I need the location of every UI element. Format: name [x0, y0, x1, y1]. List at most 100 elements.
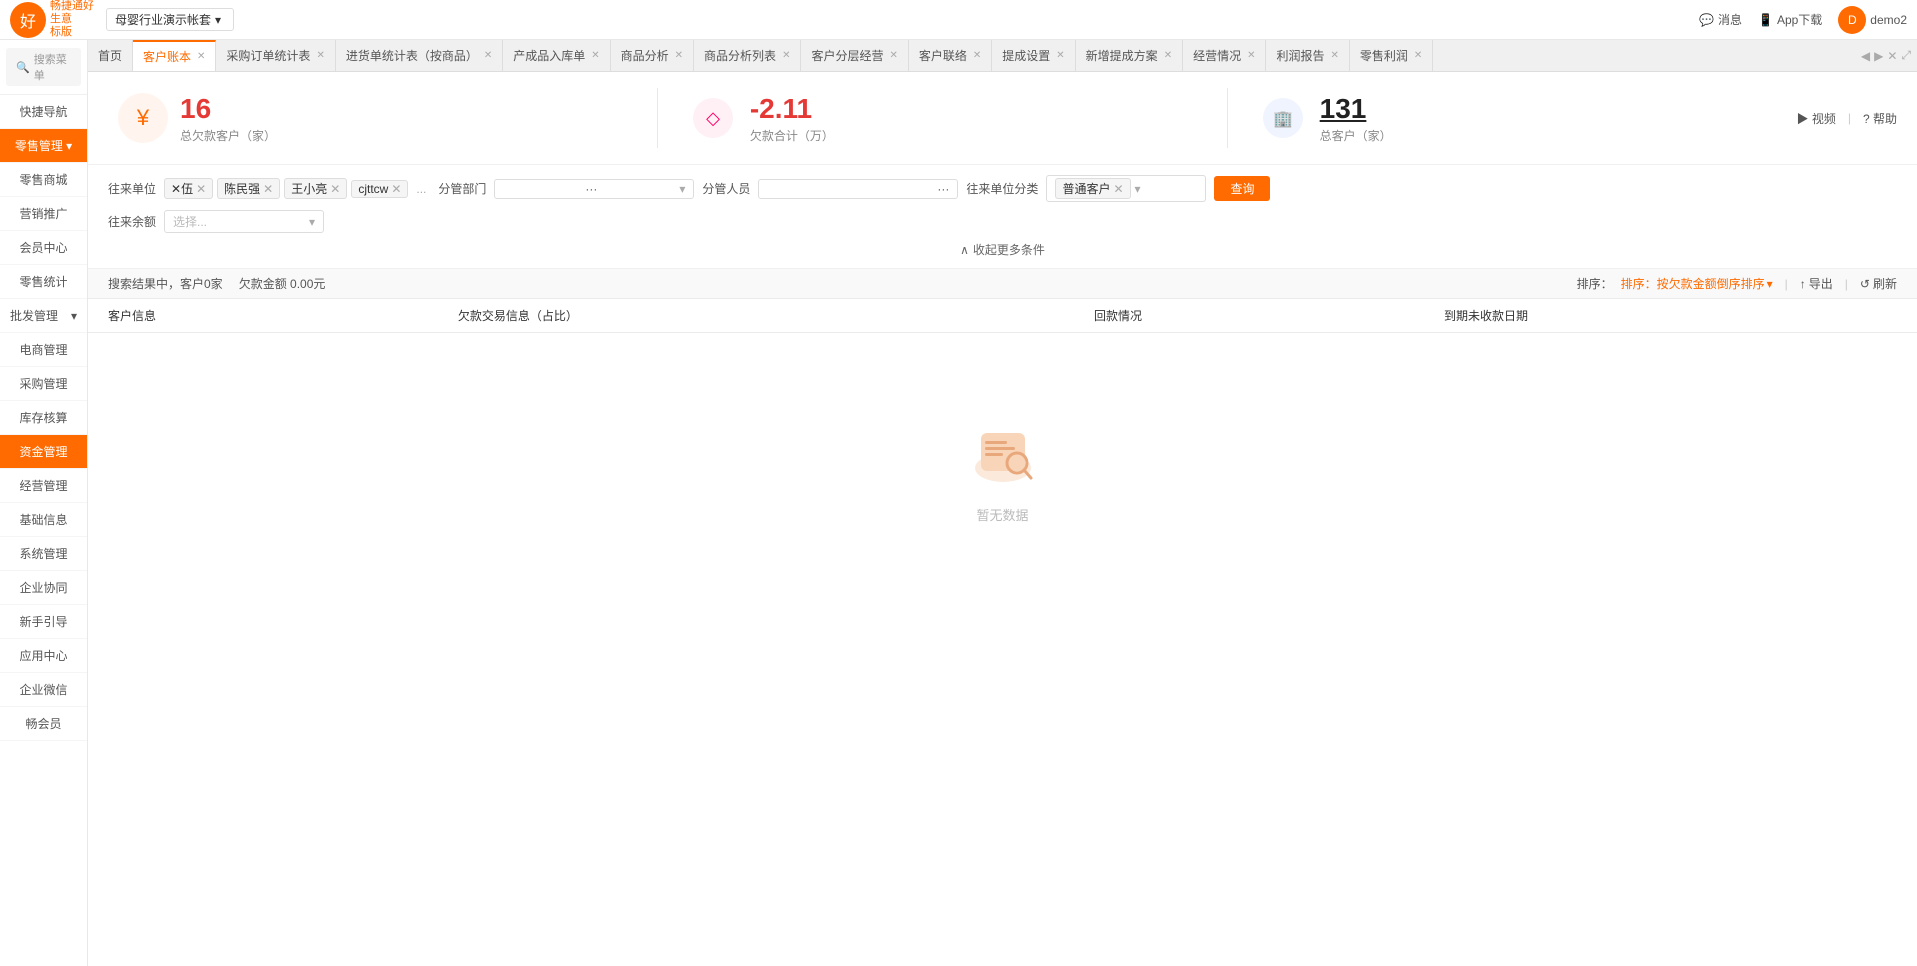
app-download-button[interactable]: 📱 App下载	[1758, 11, 1822, 28]
filter-more-unit[interactable]: ...	[412, 182, 430, 196]
tab-scroll-right[interactable]: ▶	[1874, 49, 1883, 63]
remove-unit-class[interactable]: ✕	[1113, 182, 1123, 196]
help-button[interactable]: ? 帮助	[1863, 110, 1897, 127]
filter-select-person[interactable]: ···	[758, 179, 958, 199]
close-tab-new-achievement[interactable]: ✕	[1164, 50, 1172, 61]
search-result-bar: 搜索结果中，客户0家 欠款金额 0.00元 排序： 排序：按欠款金额倒序排序 ▾…	[88, 269, 1917, 299]
stats-row: ¥ 16 总欠款客户（家） ◇	[88, 72, 1917, 165]
sidebar-item-vip-member[interactable]: 畅会员	[0, 707, 87, 741]
main-layout: 🔍 搜索菜单 快捷导航 零售管理 ▾ 零售商城 营销推广 会员中心 零售统计 批…	[0, 40, 1917, 966]
close-tab-customer-account[interactable]: ✕	[197, 51, 205, 62]
video-button[interactable]: ▶ 视频	[1796, 110, 1835, 127]
top-right-actions: 💬 消息 📱 App下载 D demo2	[1699, 6, 1907, 34]
sidebar-item-operations[interactable]: 经营管理	[0, 469, 87, 503]
close-tab-profit-report[interactable]: ✕	[1331, 50, 1339, 61]
top-bar: 好 畅捷通好生意 标版 母婴行业演示帐套 ▾ 💬 消息 📱 App下载 D de…	[0, 0, 1917, 40]
filter-tag-unit-3: cjttcw ✕	[351, 180, 408, 198]
sidebar-item-member-center[interactable]: 会员中心	[0, 231, 87, 265]
user-menu[interactable]: D demo2	[1838, 6, 1907, 34]
sidebar-item-quick-nav[interactable]: 快捷导航	[0, 95, 87, 129]
tab-operation-status[interactable]: 经营情况 ✕	[1183, 40, 1266, 72]
balance-dropdown-arrow: ▾	[309, 215, 315, 229]
stat-value-debt: -2.11	[750, 93, 834, 125]
close-tab-operation-status[interactable]: ✕	[1247, 50, 1255, 61]
sidebar-search-area: 🔍 搜索菜单	[0, 40, 87, 95]
tab-customer-account[interactable]: 客户账本 ✕	[133, 40, 216, 72]
sort-button[interactable]: 排序：按欠款金额倒序排序 ▾	[1621, 275, 1773, 292]
remove-tag-unit-2[interactable]: ✕	[330, 182, 340, 196]
filter-label-balance: 往来余额	[108, 213, 156, 230]
sidebar-item-retail-management[interactable]: 零售管理 ▾	[0, 129, 87, 163]
col-repayment: 回款情况	[1074, 299, 1424, 333]
tab-customer-tier[interactable]: 客户分层经营 ✕	[801, 40, 908, 72]
tab-profit-report[interactable]: 利润报告 ✕	[1266, 40, 1349, 72]
sidebar-item-purchase[interactable]: 采购管理	[0, 367, 87, 401]
stat-value-total-clients[interactable]: 131	[1320, 93, 1392, 125]
tab-close-all[interactable]: ✕	[1887, 49, 1897, 63]
sidebar-item-inventory[interactable]: 库存核算	[0, 401, 87, 435]
export-button[interactable]: ↑ 导出	[1800, 275, 1833, 292]
remove-tag-unit-0[interactable]: ✕	[196, 182, 206, 196]
filter-tag-unit-0: ✕ 伍 ✕	[164, 178, 213, 199]
sidebar-search-box[interactable]: 🔍 搜索菜单	[6, 48, 81, 86]
messages-button[interactable]: 💬 消息	[1699, 11, 1742, 28]
tab-new-achievement[interactable]: 新增提成方案 ✕	[1076, 40, 1183, 72]
stat-block-customers: ¥ 16 总欠款客户（家）	[108, 93, 657, 144]
filter-label-unit-class: 往来单位分类	[966, 180, 1038, 197]
col-customer-info: 客户信息	[88, 299, 438, 333]
sidebar-item-new-guide[interactable]: 新手引导	[0, 605, 87, 639]
tab-purchase-order[interactable]: 采购订单统计表 ✕	[216, 40, 335, 72]
empty-text: 暂无数据	[976, 505, 1028, 524]
close-tab-incoming-stats[interactable]: ✕	[484, 50, 492, 61]
tab-produce-inbound[interactable]: 产成品入库单 ✕	[503, 40, 610, 72]
sidebar-item-wholesale-management[interactable]: 批发管理 ▾	[0, 299, 87, 333]
sidebar-item-finance[interactable]: 资金管理	[0, 435, 87, 469]
tab-product-analysis[interactable]: 商品分析 ✕	[611, 40, 694, 72]
empty-icon	[963, 413, 1043, 493]
sidebar-item-app-center[interactable]: 应用中心	[0, 639, 87, 673]
close-tab-retail-profit[interactable]: ✕	[1414, 50, 1422, 61]
filter-row-2: 往来余额 选择... ▾	[108, 210, 1897, 233]
sidebar-item-retail-mall[interactable]: 零售商城	[0, 163, 87, 197]
close-tab-purchase-order[interactable]: ✕	[316, 50, 324, 61]
close-tab-customer-tier[interactable]: ✕	[889, 50, 897, 61]
tab-scroll-left[interactable]: ◀	[1861, 49, 1870, 63]
close-tab-customer-contact[interactable]: ✕	[973, 50, 981, 61]
table-header: 客户信息 欠款交易信息（占比） 回款情况 到期未收款日期	[88, 299, 1917, 333]
stat-label-total-clients: 总客户（家）	[1320, 127, 1392, 144]
close-tab-promotion-settings[interactable]: ✕	[1056, 50, 1064, 61]
collapse-filters-button[interactable]: ∧ 收起更多条件	[960, 241, 1045, 258]
filter-area: 往来单位 ✕ 伍 ✕ 陈民强 ✕ 王小亮	[88, 165, 1917, 269]
filter-tags-unit: ✕ 伍 ✕ 陈民强 ✕ 王小亮 ✕ cjttcw	[164, 178, 430, 199]
close-tab-produce-inbound[interactable]: ✕	[591, 50, 599, 61]
remove-tag-unit-3[interactable]: ✕	[391, 182, 401, 196]
sidebar-item-system[interactable]: 系统管理	[0, 537, 87, 571]
stat-block-total-clients: 🏢 131 总客户（家）	[1228, 93, 1797, 144]
filter-select-unit-class[interactable]: 普通客户 ✕ ▾	[1046, 175, 1206, 202]
sidebar-item-marketing[interactable]: 营销推广	[0, 197, 87, 231]
search-result-count: 搜索结果中，客户0家	[108, 275, 223, 292]
sidebar-item-enterprise-coop[interactable]: 企业协同	[0, 571, 87, 605]
tab-maximize[interactable]: ⤢	[1901, 48, 1911, 63]
sidebar-item-ecommerce[interactable]: 电商管理	[0, 333, 87, 367]
tab-customer-contact[interactable]: 客户联络 ✕	[909, 40, 992, 72]
sidebar-item-enterprise-wechat[interactable]: 企业微信	[0, 673, 87, 707]
close-tab-product-analysis[interactable]: ✕	[675, 50, 683, 61]
refresh-button[interactable]: ↺ 刷新	[1860, 275, 1897, 292]
col-debt-info: 欠款交易信息（占比）	[438, 299, 1074, 333]
account-selector[interactable]: 母婴行业演示帐套 ▾	[106, 8, 234, 31]
remove-tag-unit-1[interactable]: ✕	[263, 182, 273, 196]
tab-product-analysis-list[interactable]: 商品分析列表 ✕	[694, 40, 801, 72]
tab-promotion-settings[interactable]: 提成设置 ✕	[992, 40, 1075, 72]
close-tab-product-analysis-list[interactable]: ✕	[782, 50, 790, 61]
query-button[interactable]: 查询	[1214, 176, 1270, 201]
tab-home[interactable]: 首页	[88, 40, 133, 72]
sidebar-item-basic-info[interactable]: 基础信息	[0, 503, 87, 537]
sidebar-item-retail-stats[interactable]: 零售统计	[0, 265, 87, 299]
tab-incoming-stats[interactable]: 进货单统计表（按商品） ✕	[336, 40, 503, 72]
tab-retail-profit[interactable]: 零售利润 ✕	[1350, 40, 1433, 72]
filter-select-balance[interactable]: 选择... ▾	[164, 210, 324, 233]
stat-icon-clients: 🏢	[1258, 93, 1308, 143]
filter-tag-unit-class: 普通客户 ✕	[1055, 178, 1130, 199]
filter-select-dept[interactable]: ··· ▾	[494, 179, 694, 199]
